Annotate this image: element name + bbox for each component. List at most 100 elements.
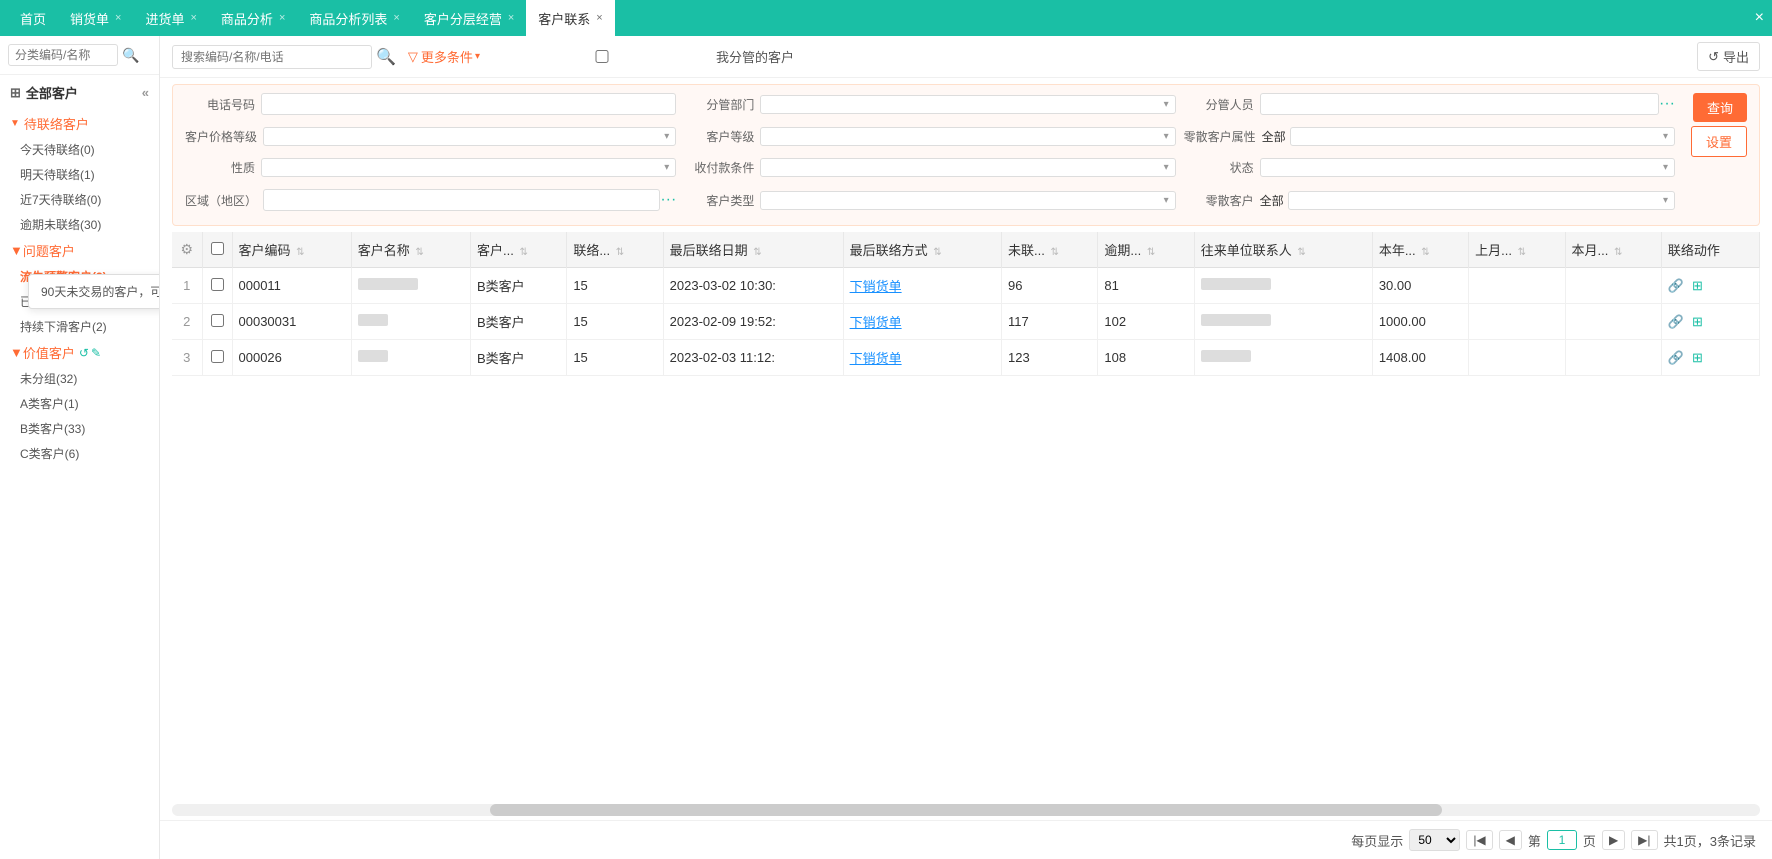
row3-checkbox[interactable] [202, 340, 232, 376]
row1-link-icon[interactable]: 🔗 [1668, 278, 1684, 294]
sort-no-contact-icon[interactable]: ⇅ [1051, 247, 1059, 258]
row3-last-method[interactable]: 下销货单 [843, 340, 1001, 376]
th-checkbox[interactable] [202, 232, 232, 268]
more-conditions-button[interactable]: ▽ 更多条件 ▾ [408, 47, 480, 66]
sidebar-group-pending[interactable]: ▼ 待联络客户 [0, 110, 159, 137]
th-no-contact[interactable]: 未联... ⇅ [1002, 232, 1098, 268]
sort-last-month-icon[interactable]: ⇅ [1518, 247, 1526, 258]
sort-last-method-icon[interactable]: ⇅ [933, 247, 941, 258]
filter-select-cust-type[interactable]: ▾ [760, 191, 1175, 210]
th-last-date[interactable]: 最后联络日期 ⇅ [663, 232, 843, 268]
filter-select-payment[interactable]: ▾ [760, 158, 1175, 177]
row3-link-icon[interactable]: 🔗 [1668, 350, 1684, 366]
nav-close-all[interactable]: × [1755, 9, 1764, 27]
filter-input-region[interactable] [263, 189, 660, 211]
filter-select-nature[interactable]: ▾ [261, 158, 676, 177]
nav-home[interactable]: 首页 [8, 0, 58, 36]
sort-this-month-icon[interactable]: ⇅ [1614, 247, 1622, 258]
sidebar-item-tomorrow[interactable]: 明天待联络(1) [0, 162, 159, 187]
row3-method-link[interactable]: 下销货单 [850, 351, 902, 366]
prev-page-button[interactable]: ◀ [1499, 830, 1522, 850]
sort-type-icon[interactable]: ⇅ [519, 247, 527, 258]
close-analysis-tab-icon[interactable]: × [279, 12, 285, 24]
settings-gear-icon[interactable]: ⚙ [180, 241, 193, 257]
nav-tab-purchase[interactable]: 进货单 × [133, 0, 208, 36]
sidebar-item-declining[interactable]: 持续下滑客户(2) [0, 314, 159, 339]
sidebar-group-problem[interactable]: ▼ 问题客户 [0, 237, 159, 264]
row1-last-method[interactable]: 下销货单 [843, 268, 1001, 304]
th-this-year[interactable]: 本年... ⇅ [1372, 232, 1468, 268]
sort-name-icon[interactable]: ⇅ [415, 247, 423, 258]
query-button[interactable]: 查询 [1693, 93, 1747, 122]
sidebar-item-ungrouped[interactable]: 未分组(32) [0, 366, 159, 391]
filter-select-cust-level[interactable]: ▾ [760, 127, 1175, 146]
sidebar-item-7days[interactable]: 近7天待联络(0) [0, 187, 159, 212]
row3-check-input[interactable] [211, 350, 224, 363]
first-page-button[interactable]: |◀ [1466, 830, 1492, 850]
sidebar-item-a-class[interactable]: A类客户(1) [0, 391, 159, 416]
close-customer-tier-tab-icon[interactable]: × [508, 12, 514, 24]
per-page-select[interactable]: 50 100 200 [1409, 829, 1460, 851]
sort-overdue-icon[interactable]: ⇅ [1147, 247, 1155, 258]
export-button[interactable]: ↺ 导出 [1697, 42, 1760, 71]
ellipsis-region-icon[interactable]: ··· [660, 191, 676, 209]
row2-grid-icon[interactable]: ⊞ [1692, 314, 1703, 330]
my-customers-check-input[interactable] [492, 50, 712, 63]
th-overdue[interactable]: 逾期... ⇅ [1098, 232, 1194, 268]
th-this-month[interactable]: 本月... ⇅ [1565, 232, 1661, 268]
th-type[interactable]: 客户... ⇅ [470, 232, 566, 268]
nav-tab-analysis[interactable]: 商品分析 × [209, 0, 297, 36]
sidebar-all-customers[interactable]: ⊞ 全部客户 « [0, 75, 159, 110]
search-button[interactable]: 🔍 [376, 47, 396, 67]
page-number-input[interactable] [1547, 830, 1577, 850]
row2-link-icon[interactable]: 🔗 [1668, 314, 1684, 330]
select-all-checkbox[interactable] [211, 242, 224, 255]
th-name[interactable]: 客户名称 ⇅ [351, 232, 470, 268]
row2-checkbox[interactable] [202, 304, 232, 340]
row2-method-link[interactable]: 下销货单 [850, 315, 902, 330]
close-all-icon[interactable]: × [1755, 9, 1764, 27]
th-contact-person[interactable]: 往来单位联系人 ⇅ [1194, 232, 1372, 268]
next-page-button[interactable]: ▶ [1602, 830, 1625, 850]
th-last-method[interactable]: 最后联络方式 ⇅ [843, 232, 1001, 268]
row2-last-method[interactable]: 下销货单 [843, 304, 1001, 340]
filter-select-dept[interactable]: ▾ [760, 95, 1175, 114]
th-last-month[interactable]: 上月... ⇅ [1469, 232, 1565, 268]
close-customer-contact-tab-icon[interactable]: × [596, 12, 602, 24]
search-input[interactable] [172, 45, 372, 69]
filter-input-phone[interactable] [261, 93, 676, 115]
my-customers-checkbox[interactable]: 我分管的客户 [492, 47, 794, 66]
sort-contact-icon[interactable]: ⇅ [616, 247, 624, 258]
ellipsis-person-icon[interactable]: ··· [1659, 95, 1675, 113]
close-analysis-list-tab-icon[interactable]: × [393, 12, 399, 24]
filter-select-status[interactable]: ▾ [1260, 158, 1675, 177]
sort-this-year-icon[interactable]: ⇅ [1421, 247, 1429, 258]
close-sales-tab-icon[interactable]: × [115, 12, 121, 24]
filter-input-person[interactable] [1260, 93, 1659, 115]
sidebar-item-today[interactable]: 今天待联络(0) [0, 137, 159, 162]
sort-contact-person-icon[interactable]: ⇅ [1297, 247, 1305, 258]
value-group-edit-icon[interactable]: ✎ [91, 346, 101, 360]
nav-tab-analysis-list[interactable]: 商品分析列表 × [297, 0, 411, 36]
nav-tab-sales[interactable]: 销货单 × [58, 0, 133, 36]
sidebar-item-c-class[interactable]: C类客户(6) [0, 441, 159, 466]
nav-tab-customer-contact[interactable]: 客户联系 × [526, 0, 614, 36]
row1-method-link[interactable]: 下销货单 [850, 279, 902, 294]
nav-tab-customer-tier[interactable]: 客户分层经营 × [412, 0, 526, 36]
value-group-refresh-icon[interactable]: ↺ [79, 346, 89, 360]
sidebar-group-value[interactable]: ▼ 价值客户 ↺ ✎ [0, 339, 159, 366]
sidebar-search-icon[interactable]: 🔍 [122, 47, 139, 64]
collapse-icon[interactable]: « [142, 85, 149, 100]
sidebar-search-input[interactable] [8, 44, 118, 66]
th-code[interactable]: 客户编码 ⇅ [232, 232, 351, 268]
scroll-thumb[interactable] [490, 804, 1443, 816]
sidebar-item-b-class[interactable]: B类客户(33) [0, 416, 159, 441]
row1-checkbox[interactable] [202, 268, 232, 304]
settings-button[interactable]: 设置 [1691, 126, 1747, 157]
th-contact-num[interactable]: 联络... ⇅ [567, 232, 663, 268]
filter-select-retail-attr[interactable]: ▾ [1290, 127, 1675, 146]
sidebar-item-overdue-contact[interactable]: 逾期未联络(30) [0, 212, 159, 237]
th-settings[interactable]: ⚙ [172, 232, 202, 268]
row1-check-input[interactable] [211, 278, 224, 291]
close-purchase-tab-icon[interactable]: × [190, 12, 196, 24]
